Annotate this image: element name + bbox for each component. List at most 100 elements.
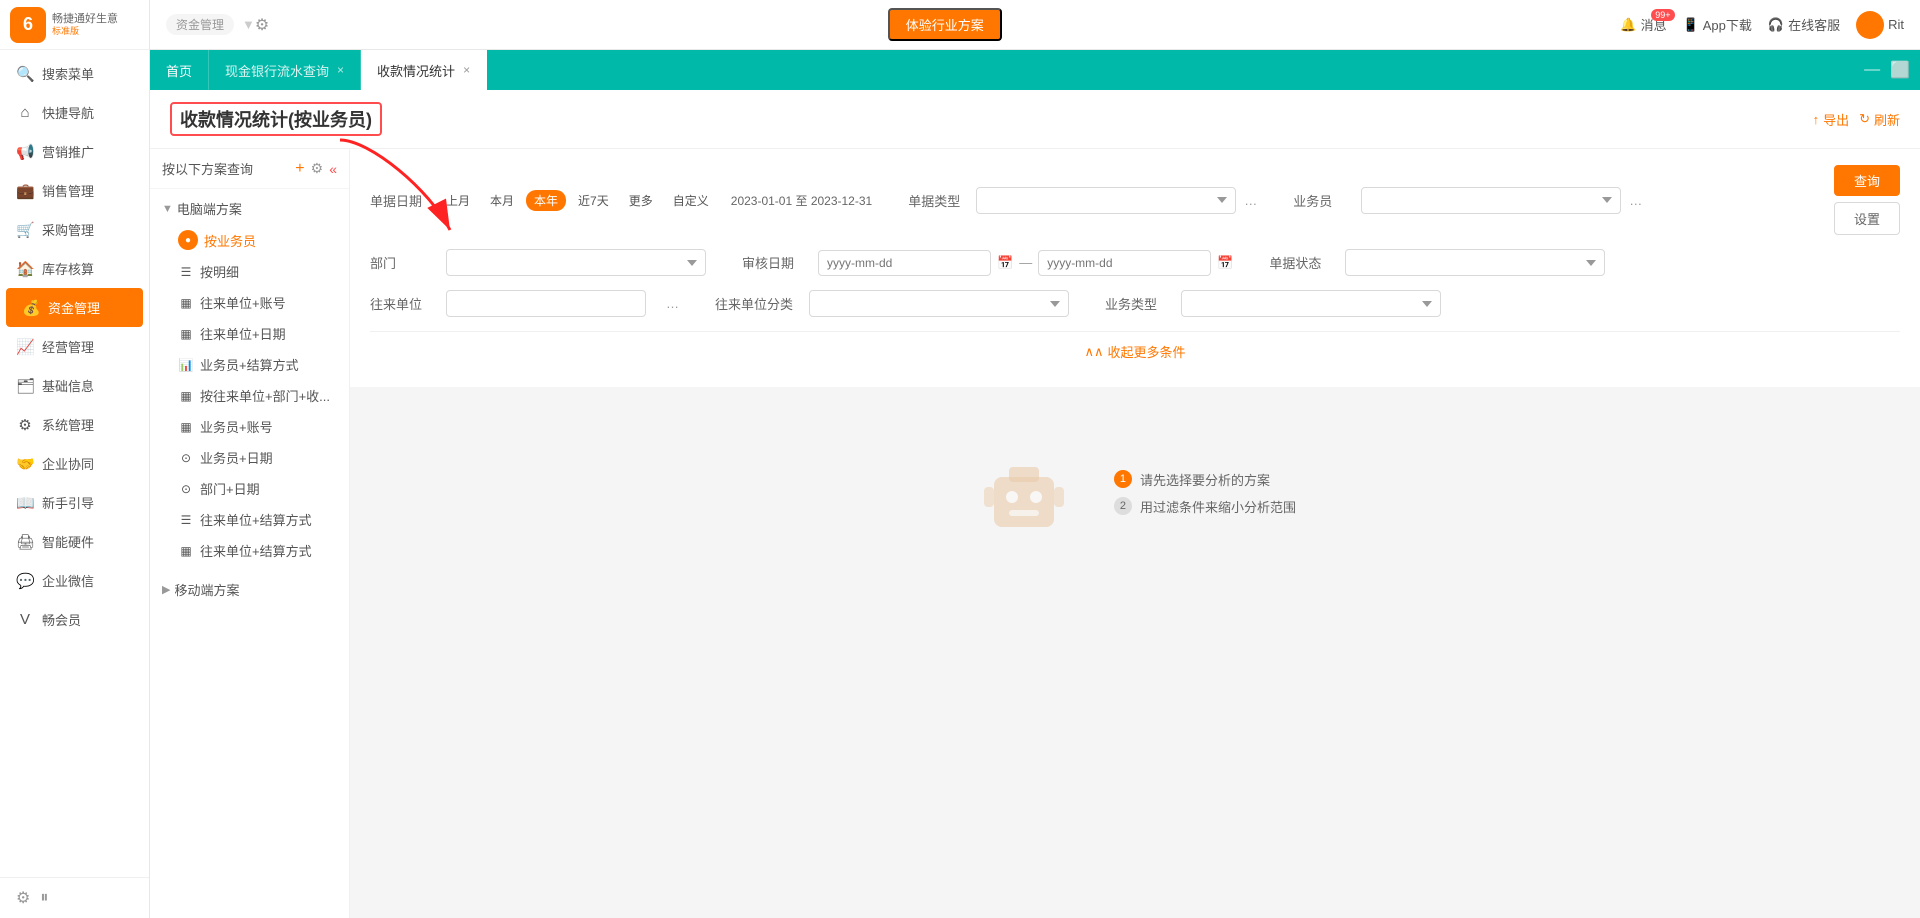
page-actions: ↑ 导出 ↻ 刷新 xyxy=(1813,110,1900,129)
doctype-more-icon[interactable]: … xyxy=(1244,193,1257,208)
tree-item-partner-settlement-1[interactable]: ☰ 往来单位+结算方式 xyxy=(150,504,349,535)
sidebar-item-wechat[interactable]: 💬 企业微信 xyxy=(0,561,149,600)
page-title-box: 收款情况统计(按业务员) xyxy=(170,102,382,136)
sidebar-item-guide[interactable]: 📖 新手引导 xyxy=(0,483,149,522)
date-shortcut-more[interactable]: 更多 xyxy=(621,190,661,211)
sidebar-item-quick[interactable]: ⌂ 快捷导航 xyxy=(0,93,149,132)
tab-close-collection[interactable]: × xyxy=(463,63,470,77)
date-shortcut-custom[interactable]: 自定义 xyxy=(665,190,717,211)
review-date-to[interactable] xyxy=(1038,250,1211,276)
dept-select[interactable] xyxy=(446,249,706,276)
sidebar-item-purchase[interactable]: 🛒 采购管理 xyxy=(0,210,149,249)
tab-maximize-icon[interactable]: ⬜ xyxy=(1890,60,1910,80)
date-shortcut-this-year[interactable]: 本年 xyxy=(526,190,566,211)
sidebar-item-marketing[interactable]: 📢 营销推广 xyxy=(0,132,149,171)
panel-add-icon[interactable]: + xyxy=(295,160,304,178)
sidebar-footer: ⚙ ⏸ xyxy=(0,877,149,918)
sidebar-item-finance[interactable]: 💰 资金管理 xyxy=(6,288,143,327)
sidebar-item-search[interactable]: 🔍 搜索菜单 xyxy=(0,54,149,93)
query-button[interactable]: 查询 xyxy=(1834,165,1900,196)
collapse-bar[interactable]: ∧∧ 收起更多条件 xyxy=(370,331,1900,371)
counterpart-label: 往来单位 xyxy=(370,294,430,313)
counterpart-category-label: 往来单位分类 xyxy=(715,294,793,313)
export-button[interactable]: ↑ 导出 xyxy=(1813,110,1850,129)
tab-cash-flow[interactable]: 现金银行流水查询 × xyxy=(209,50,361,90)
panel-header: 按以下方案查询 + ⚙ « xyxy=(150,149,349,189)
download-icon: 📱 xyxy=(1683,17,1699,33)
tab-collection[interactable]: 收款情况统计 × xyxy=(361,50,487,90)
tree-item-partner-account[interactable]: ▦ 往来单位+账号 xyxy=(150,287,349,318)
refresh-button[interactable]: ↻ 刷新 xyxy=(1859,110,1900,129)
tab-minimize-icon[interactable]: — xyxy=(1864,61,1880,79)
review-date-from[interactable] xyxy=(818,250,991,276)
empty-steps: 1 请先选择要分析的方案 2 用过滤条件来缩小分析范围 xyxy=(1114,470,1296,524)
date-shortcut-this-month[interactable]: 本月 xyxy=(482,190,522,211)
sales-icon: 💼 xyxy=(16,182,34,200)
refresh-icon: ↻ xyxy=(1859,111,1870,127)
step-num-2: 2 xyxy=(1114,497,1132,515)
service-item[interactable]: 🎧 在线客服 xyxy=(1768,15,1840,34)
tab-bar: 首页 现金银行流水查询 × 收款情况统计 × — ⬜ xyxy=(150,50,1920,90)
collapse-footer-icon[interactable]: ⏸ xyxy=(40,889,48,907)
date-shortcut-7days[interactable]: 近7天 xyxy=(570,190,617,211)
tree-item-partner-dept-collect[interactable]: ▦ 按往来单位+部门+收... xyxy=(150,380,349,411)
tree-item-salesperson-account[interactable]: ▦ 业务员+账号 xyxy=(150,411,349,442)
user-item[interactable]: Rit xyxy=(1856,11,1904,39)
notification-count: 99+ xyxy=(1651,9,1674,21)
settings-footer-icon[interactable]: ⚙ xyxy=(16,888,30,908)
business-type-select[interactable] xyxy=(1181,290,1441,317)
tab-bar-right: — ⬜ xyxy=(1854,50,1920,90)
sidebar-item-enterprise[interactable]: 🤝 企业协同 xyxy=(0,444,149,483)
sidebar-item-basic[interactable]: 🗂 基础信息 xyxy=(0,366,149,405)
tree-group-mobile-title[interactable]: ▶ 移动端方案 xyxy=(150,574,349,605)
panel-settings-icon[interactable]: ⚙ xyxy=(311,160,324,177)
salesperson-more-icon[interactable]: … xyxy=(1629,193,1642,208)
date-shortcut-last-month[interactable]: 上月 xyxy=(438,190,478,211)
counterpart-input[interactable] xyxy=(446,290,646,317)
clock-icon-1: ⊙ xyxy=(178,451,194,465)
tab-close-cash-flow[interactable]: × xyxy=(337,63,344,77)
system-icon: ⚙ xyxy=(16,416,34,434)
tree-item-partner-date[interactable]: ▦ 往来单位+日期 xyxy=(150,318,349,349)
doctype-select[interactable] xyxy=(976,187,1236,214)
table-icon-5: ▦ xyxy=(178,544,194,558)
business-type-label: 业务类型 xyxy=(1105,294,1165,313)
empty-step-2: 2 用过滤条件来缩小分析范围 xyxy=(1114,497,1296,516)
step-2-label: 用过滤条件来缩小分析范围 xyxy=(1140,497,1296,516)
sidebar-item-operations[interactable]: 📈 经营管理 xyxy=(0,327,149,366)
sidebar-item-hardware[interactable]: 🖨 智能硬件 xyxy=(0,522,149,561)
tree-item-dept-date[interactable]: ⊙ 部门+日期 xyxy=(150,473,349,504)
panel-collapse-icon[interactable]: « xyxy=(329,161,337,177)
main-content: 收款情况统计(按业务员) ↑ 导出 ↻ 刷新 按以下方案查询 + ⚙ « xyxy=(150,90,1920,918)
notification-item[interactable]: 🔔 消息 99+ xyxy=(1620,15,1666,34)
sidebar-item-sales[interactable]: 💼 销售管理 xyxy=(0,171,149,210)
tree-item-partner-settlement-2[interactable]: ▦ 往来单位+结算方式 xyxy=(150,535,349,566)
logo-icon: 6 xyxy=(10,7,46,43)
enterprise-icon: 🤝 xyxy=(16,455,34,473)
counterpart-more-icon[interactable]: … xyxy=(666,296,679,311)
guide-icon: 📖 xyxy=(16,494,34,512)
settings-button[interactable]: 设置 xyxy=(1834,202,1900,235)
salesperson-select[interactable] xyxy=(1361,187,1621,214)
counterpart-category-select[interactable] xyxy=(809,290,1069,317)
doc-status-select[interactable] xyxy=(1345,249,1605,276)
review-date-label: 审核日期 xyxy=(742,253,802,272)
service-icon: 🎧 xyxy=(1768,17,1784,33)
tree-item-by-detail[interactable]: ☰ 按明细 xyxy=(150,256,349,287)
basic-icon: 🗂 xyxy=(16,377,34,395)
tree-item-salesperson-settlement[interactable]: 📊 业务员+结算方式 xyxy=(150,349,349,380)
tab-home[interactable]: 首页 xyxy=(150,50,209,90)
download-item[interactable]: 📱 App下载 xyxy=(1683,15,1752,34)
sidebar-item-inventory[interactable]: 🏠 库存核算 xyxy=(0,249,149,288)
tree-group-desktop-title[interactable]: ▼ 电脑端方案 xyxy=(150,193,349,224)
sidebar-item-system[interactable]: ⚙ 系统管理 xyxy=(0,405,149,444)
tree-item-salesperson-date[interactable]: ⊙ 业务员+日期 xyxy=(150,442,349,473)
left-panel: 按以下方案查询 + ⚙ « ▼ 电脑端方案 ● 按业务员 ☰ xyxy=(150,149,350,918)
finance-icon: 💰 xyxy=(22,299,40,317)
topbar: 资金管理 ▼ ⚙ 体验行业方案 🔔 消息 99+ 📱 App下载 🎧 在线客服 … xyxy=(150,0,1920,50)
promo-button[interactable]: 体验行业方案 xyxy=(888,8,1002,41)
sidebar-item-member[interactable]: V 畅会员 xyxy=(0,600,149,639)
topbar-center: ⚙ xyxy=(255,15,269,35)
tree-item-by-salesperson[interactable]: ● 按业务员 xyxy=(150,224,349,256)
topbar-gear-icon[interactable]: ⚙ xyxy=(255,15,269,35)
